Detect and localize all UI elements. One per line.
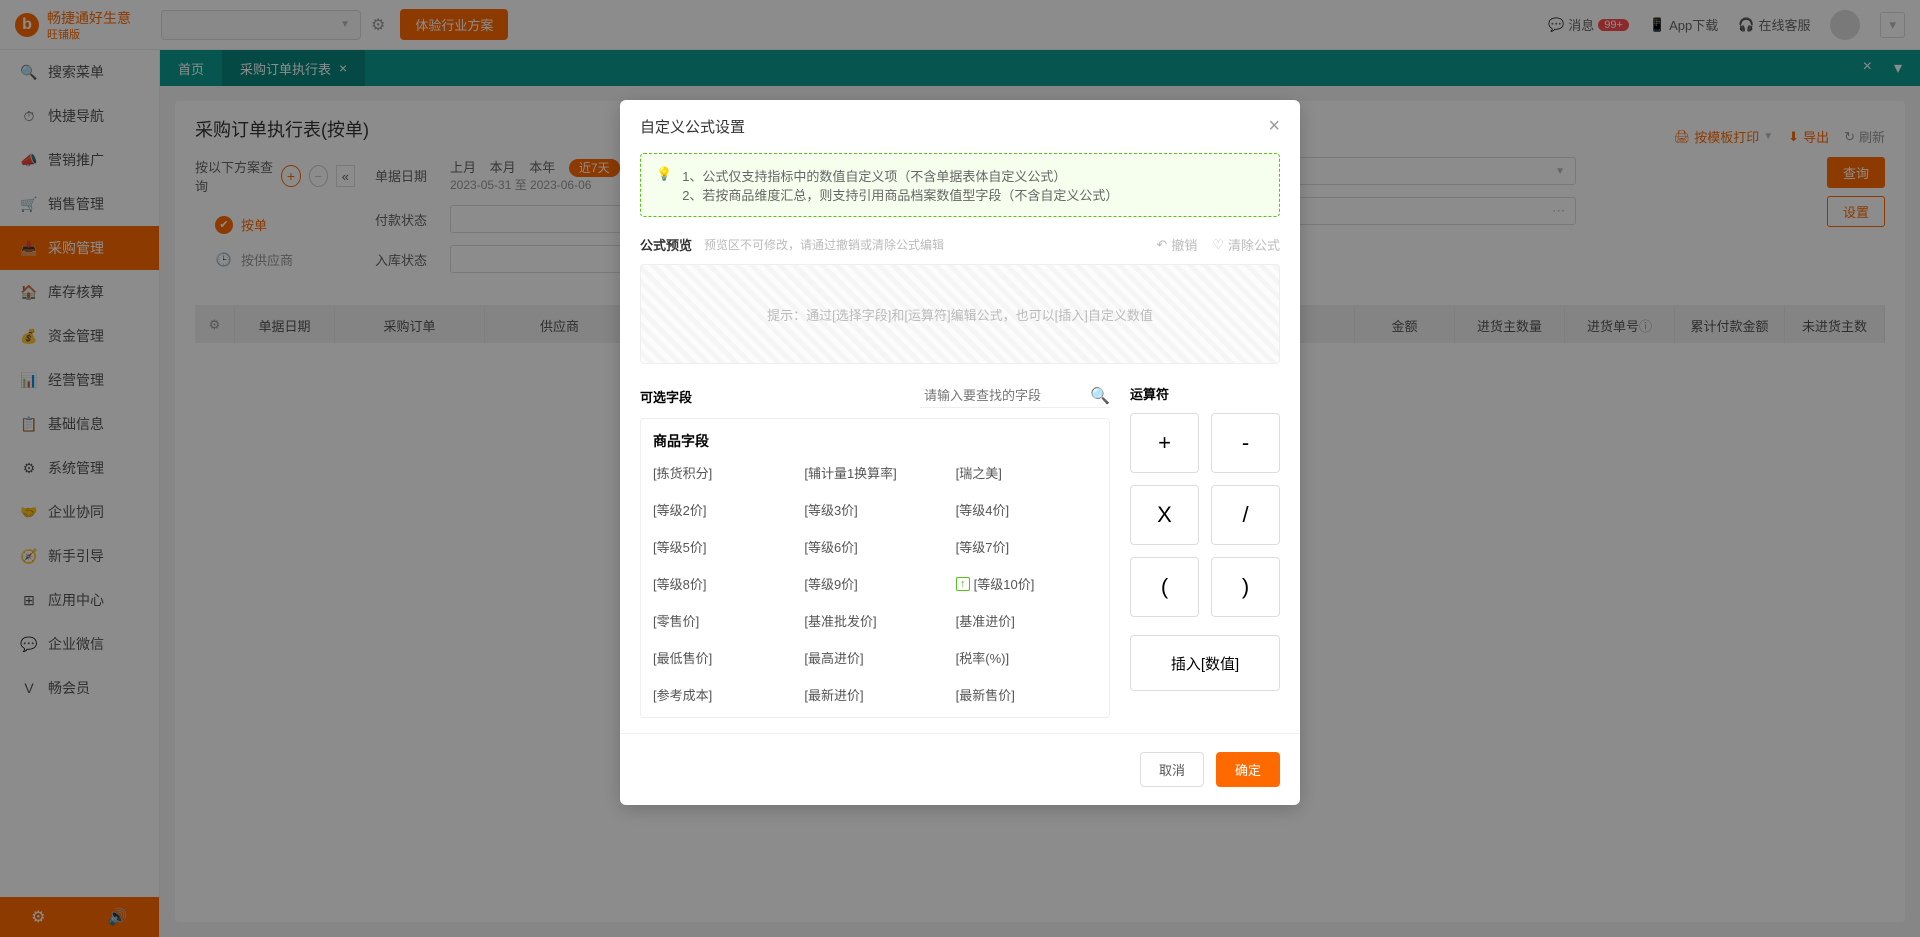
formula-modal: 自定义公式设置 × 💡 1、公式仅支持指标中的数值自定义项（不含单据表体自定义公… (620, 100, 1300, 805)
formula-preview-area: 提示：通过[选择字段]和[运算符]编辑公式，也可以[插入]自定义数值 (640, 264, 1280, 364)
field-item[interactable]: [参考成本] (653, 685, 794, 704)
field-label: [最新售价] (956, 685, 1015, 704)
field-label: [基准批发价] (804, 611, 876, 630)
field-item[interactable]: [等级4价] (956, 500, 1097, 519)
operator-button[interactable]: - (1211, 413, 1280, 473)
preview-placeholder: 提示：通过[选择字段]和[运算符]编辑公式，也可以[插入]自定义数值 (767, 305, 1153, 324)
preview-title: 公式预览 (640, 235, 692, 254)
fields-title: 可选字段 (640, 387, 692, 406)
field-search-input[interactable] (920, 384, 1110, 408)
field-label: [等级2价] (653, 500, 706, 519)
clear-icon: ♡ (1212, 237, 1224, 253)
operator-button[interactable]: / (1211, 485, 1280, 545)
search-icon[interactable]: 🔍 (1090, 386, 1110, 406)
field-item[interactable]: [最新进价] (804, 685, 945, 704)
field-label: [最新进价] (804, 685, 863, 704)
operator-button[interactable]: + (1130, 413, 1199, 473)
field-label: [等级6价] (804, 537, 857, 556)
operator-button[interactable]: ( (1130, 557, 1199, 617)
field-item[interactable]: [等级8价] (653, 574, 794, 593)
insert-value-button[interactable]: 插入[数值] (1130, 635, 1280, 691)
field-label: [瑞之美] (956, 463, 1002, 482)
field-label: [零售价] (653, 611, 699, 630)
field-item[interactable]: [零售价] (653, 611, 794, 630)
undo-icon: ↶ (1156, 237, 1167, 253)
field-label: [税率(%)] (956, 648, 1009, 667)
field-label: [拣货积分] (653, 463, 712, 482)
field-item[interactable]: [拣货积分] (653, 463, 794, 482)
field-item[interactable]: [等级3价] (804, 500, 945, 519)
field-label: [基准进价] (956, 611, 1015, 630)
tip-box: 💡 1、公式仅支持指标中的数值自定义项（不含单据表体自定义公式） 2、若按商品维… (640, 153, 1280, 217)
fields-list-box[interactable]: 商品字段 [拣货积分] [辅计量1换算率] [瑞之美] [等级2价] [等级3价] [等级… (640, 418, 1110, 718)
field-label: [等级3价] (804, 500, 857, 519)
field-item[interactable]: [最新售价] (956, 685, 1097, 704)
fields-section-title: 商品字段 (653, 431, 1097, 451)
field-label: [辅计量1换算率] (804, 463, 896, 482)
operator-button[interactable]: X (1130, 485, 1199, 545)
field-label: [参考成本] (653, 685, 712, 704)
field-label: [等级8价] (653, 574, 706, 593)
field-label: [等级5价] (653, 537, 706, 556)
clear-label: 清除公式 (1228, 235, 1280, 254)
field-item[interactable]: [税率(%)] (956, 648, 1097, 667)
clear-formula-button[interactable]: ♡清除公式 (1212, 235, 1280, 254)
tip-line2: 2、若按商品维度汇总，则支持引用商品档案数值型字段（不含自定义公式） (682, 185, 1118, 204)
cancel-button[interactable]: 取消 (1140, 752, 1204, 787)
tip-line1: 1、公式仅支持指标中的数值自定义项（不含单据表体自定义公式） (682, 166, 1118, 185)
field-item[interactable]: [基准批发价] (804, 611, 945, 630)
field-label: [等级9价] (804, 574, 857, 593)
field-item[interactable]: [等级2价] (653, 500, 794, 519)
field-item[interactable]: [等级5价] (653, 537, 794, 556)
field-label: [等级10价] (974, 574, 1035, 593)
modal-title: 自定义公式设置 (640, 116, 745, 137)
field-label: [等级4价] (956, 500, 1009, 519)
field-item[interactable]: [等级9价] (804, 574, 945, 593)
undo-button[interactable]: ↶撤销 (1156, 235, 1197, 254)
lightbulb-icon: 💡 (656, 166, 672, 204)
operators-title: 运算符 (1130, 384, 1280, 403)
field-item[interactable]: ↑ [等级10价] (956, 574, 1097, 593)
field-item[interactable]: [最高进价] (804, 648, 945, 667)
operator-button[interactable]: ) (1211, 557, 1280, 617)
confirm-button[interactable]: 确定 (1216, 752, 1280, 787)
field-label: [最高进价] (804, 648, 863, 667)
field-item[interactable]: [等级6价] (804, 537, 945, 556)
field-item[interactable]: [瑞之美] (956, 463, 1097, 482)
undo-label: 撤销 (1171, 235, 1197, 254)
preview-hint: 预览区不可修改，请通过撤销或清除公式编辑 (704, 236, 944, 253)
field-item[interactable]: [等级7价] (956, 537, 1097, 556)
field-item[interactable]: [辅计量1换算率] (804, 463, 945, 482)
modal-close-icon[interactable]: × (1268, 115, 1280, 138)
field-label: [最低售价] (653, 648, 712, 667)
field-item[interactable]: [基准进价] (956, 611, 1097, 630)
modal-overlay: 自定义公式设置 × 💡 1、公式仅支持指标中的数值自定义项（不含单据表体自定义公… (0, 0, 1920, 937)
field-label: [等级7价] (956, 537, 1009, 556)
field-item[interactable]: [最低售价] (653, 648, 794, 667)
arrow-up-icon: ↑ (956, 577, 970, 591)
